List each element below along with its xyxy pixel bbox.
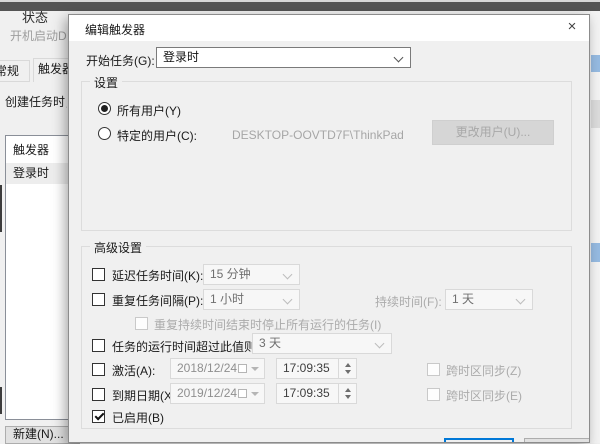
enabled-label: 已启用(B) [112,411,164,425]
stop-if-longer-checkbox[interactable] [92,339,105,352]
advanced-group-title: 高级设置 [90,239,147,256]
expire-checkbox[interactable] [92,388,105,401]
expire-sync-label: 跨时区同步(E) [446,389,522,403]
chevron-down-icon [374,338,385,349]
stop-if-longer-value: 3 天 [259,336,282,350]
chevron-down-icon [515,294,526,305]
duration-value: 1 天 [452,292,475,306]
bg-selected-row-fragment [591,55,600,72]
settings-group-title: 设置 [90,74,123,91]
stop-all-tasks-checkbox [135,317,148,330]
bg-top-dark-bar [0,2,600,11]
spinner-icon [338,359,356,378]
repeat-label: 重复任务间隔(P): [112,294,204,308]
calendar-icon [238,364,247,373]
enabled-checkbox[interactable] [92,410,105,423]
spinner-up-icon [344,387,351,392]
activate-sync-label: 跨时区同步(Z) [446,364,522,378]
bg-button-fragment [591,100,600,128]
specific-user-label: 特定的用户(C): [117,129,197,143]
dropdown-arrow-icon [251,392,259,396]
delay-label: 延迟任务时间(K): [112,269,204,283]
bg-border-fragment [0,387,2,414]
repeat-checkbox[interactable] [92,293,105,306]
begin-task-combobox[interactable]: 登录时 [156,47,411,68]
repeat-value: 1 小时 [210,292,245,306]
expire-sync-checkbox [427,388,440,401]
advanced-settings-group: 高级设置 延迟任务时间(K): 15 分钟 重复任务间隔(P): 1 小时 持续… [81,239,572,429]
stop-all-tasks-label: 重复持续时间结束时停止所有运行的任务(I) [154,318,382,332]
tab-general[interactable]: 常规 [0,60,30,82]
chevron-down-icon [282,269,293,280]
change-user-button: 更改用户(U)... [432,120,554,145]
begin-task-label: 开始任务(G): [86,54,155,68]
dialog-title: 编辑触发器 [85,23,146,37]
expire-time-value: 17:09:35 [283,386,330,400]
bg-hint-text: 创建任务时，可 [5,95,67,109]
expire-time-spinner: 17:09:35 [276,383,357,404]
bg-list-column-header: 触发器 [13,143,50,157]
activate-checkbox[interactable] [92,363,105,376]
chevron-down-icon [282,294,293,305]
calendar-icon [238,389,247,398]
duration-label: 持续时间(F): [375,295,442,309]
begin-task-value: 登录时 [163,50,200,64]
specific-user-radio[interactable] [98,127,111,140]
spinner-down-icon [344,370,351,375]
spinner-icon [338,384,356,403]
delay-checkbox[interactable] [92,268,105,281]
spinner-down-icon [344,395,351,400]
all-users-label: 所有用户(Y) [117,104,181,118]
repeat-combobox: 1 小时 [203,289,300,310]
activate-time-value: 17:09:35 [283,361,330,375]
activate-date-value: 2018/12/24 [177,361,238,375]
dropdown-arrow-icon [251,367,259,371]
delay-combobox: 15 分钟 [203,264,300,285]
bg-right-sliver [591,11,600,443]
delay-value: 15 分钟 [210,267,251,281]
settings-group: 设置 所有用户(Y) 特定的用户(C): DESKTOP-OOVTD7F\Thi… [81,74,572,231]
activate-label: 激活(A): [112,364,156,378]
stop-if-longer-combobox: 3 天 [252,333,392,354]
activate-date-picker: 2018/12/24 [170,358,265,379]
ok-button[interactable] [444,438,514,442]
edit-trigger-dialog: 编辑触发器 × 开始任务(G): 登录时 设置 所有用户(Y) 特定的用户(C)… [68,14,590,443]
activate-sync-checkbox [427,363,440,376]
bg-selected-row-fragment [591,243,600,262]
specific-user-value: DESKTOP-OOVTD7F\ThinkPad [232,128,404,142]
dialog-titlebar[interactable]: 编辑触发器 × [69,15,589,41]
close-icon[interactable]: × [559,17,585,37]
cancel-button[interactable] [524,438,589,442]
spinner-up-icon [344,362,351,367]
all-users-radio[interactable] [98,102,111,115]
bg-border-fragment [0,185,2,232]
expire-date-value: 2019/12/24 [177,386,238,400]
duration-combobox: 1 天 [445,289,533,310]
activate-time-spinner: 17:09:35 [276,358,357,379]
bg-task-window-title: 开机启动Debu [10,29,67,43]
expire-date-picker: 2019/12/24 [170,383,265,404]
chevron-down-icon [393,52,404,63]
